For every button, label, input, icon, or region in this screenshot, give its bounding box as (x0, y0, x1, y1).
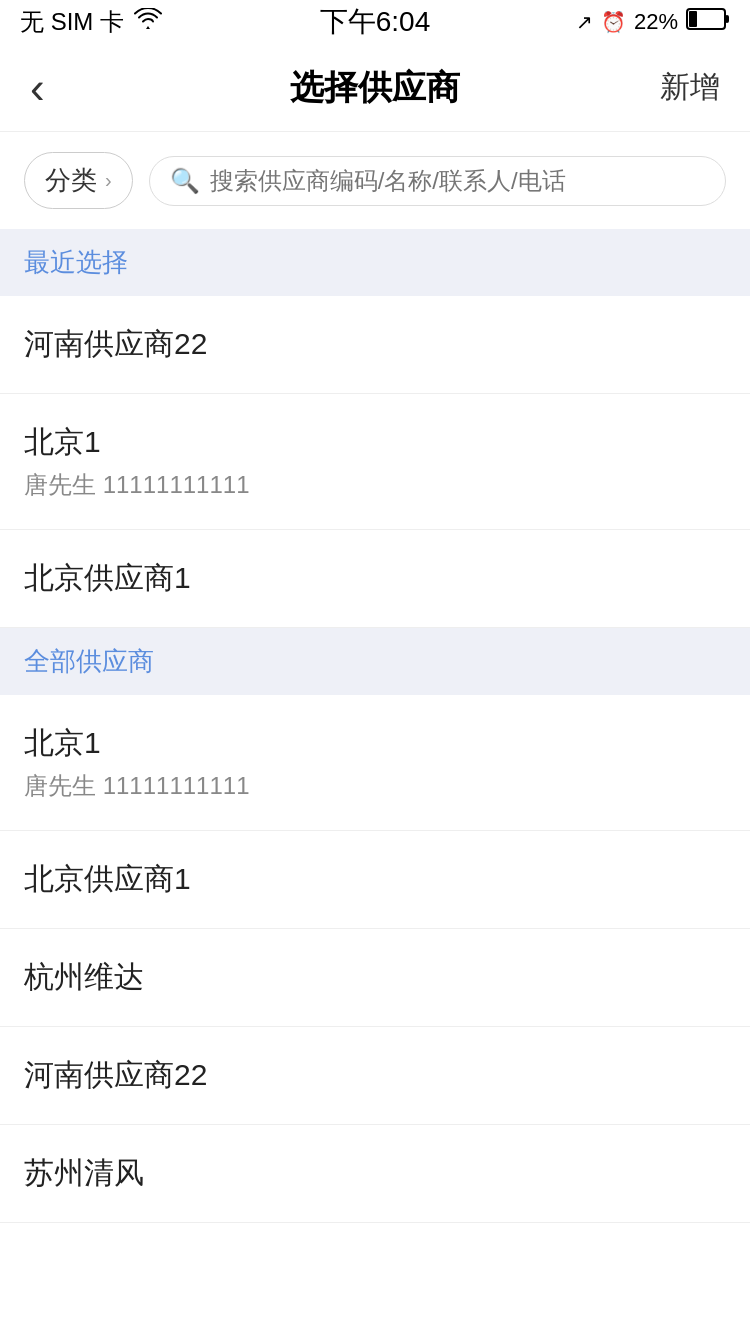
list-item[interactable]: 北京供应商1 (0, 530, 750, 628)
item-name: 苏州清风 (24, 1153, 726, 1194)
list-item[interactable]: 北京1 唐先生 11111111111 (0, 394, 750, 530)
status-right: ↗ ⏰ 22% (576, 8, 730, 36)
recent-section-header: 最近选择 (0, 229, 750, 296)
add-new-button[interactable]: 新增 (660, 67, 720, 108)
wifi-icon (134, 8, 162, 36)
category-filter-button[interactable]: 分类 › (24, 152, 133, 209)
location-icon: ↗ (576, 10, 593, 34)
list-item[interactable]: 河南供应商22 (0, 296, 750, 394)
item-sub: 唐先生 11111111111 (24, 770, 726, 802)
svg-rect-1 (689, 11, 697, 27)
list-item[interactable]: 北京供应商1 (0, 831, 750, 929)
all-items-list: 北京1 唐先生 11111111111 北京供应商1 杭州维达河南供应商22 苏州清风 (0, 695, 750, 1223)
filter-bar: 分类 › 🔍 (0, 132, 750, 229)
search-box[interactable]: 🔍 (149, 156, 726, 206)
recent-section-title: 最近选择 (24, 247, 128, 277)
item-name: 河南供应商22 (24, 1055, 726, 1096)
list-item[interactable]: 苏州清风 (0, 1125, 750, 1223)
item-name: 北京1 (24, 422, 726, 463)
status-left: 无 SIM 卡 (20, 6, 162, 38)
recent-items-list: 河南供应商22 北京1 唐先生 11111111111 北京供应商1 (0, 296, 750, 628)
all-section-header: 全部供应商 (0, 628, 750, 695)
svg-rect-2 (725, 15, 729, 23)
back-button[interactable]: ‹ (30, 63, 90, 113)
item-name: 北京供应商1 (24, 558, 726, 599)
list-item[interactable]: 北京1 唐先生 11111111111 (0, 695, 750, 831)
search-icon: 🔍 (170, 167, 200, 195)
status-bar: 无 SIM 卡 下午6:04 ↗ ⏰ 22% (0, 0, 750, 44)
battery-icon (686, 8, 730, 36)
list-item[interactable]: 杭州维达 (0, 929, 750, 1027)
all-section-title: 全部供应商 (24, 646, 154, 676)
navigation-bar: ‹ 选择供应商 新增 (0, 44, 750, 132)
alarm-icon: ⏰ (601, 10, 626, 34)
chevron-right-icon: › (105, 169, 112, 192)
category-label: 分类 (45, 163, 97, 198)
status-time: 下午6:04 (320, 3, 431, 41)
item-name: 杭州维达 (24, 957, 726, 998)
item-sub: 唐先生 11111111111 (24, 469, 726, 501)
item-name: 北京供应商1 (24, 859, 726, 900)
search-input[interactable] (210, 167, 705, 195)
battery-percent: 22% (634, 9, 678, 35)
no-sim-text: 无 SIM 卡 (20, 6, 124, 38)
item-name: 北京1 (24, 723, 726, 764)
item-name: 河南供应商22 (24, 324, 726, 365)
list-item[interactable]: 河南供应商22 (0, 1027, 750, 1125)
page-title: 选择供应商 (290, 65, 460, 111)
